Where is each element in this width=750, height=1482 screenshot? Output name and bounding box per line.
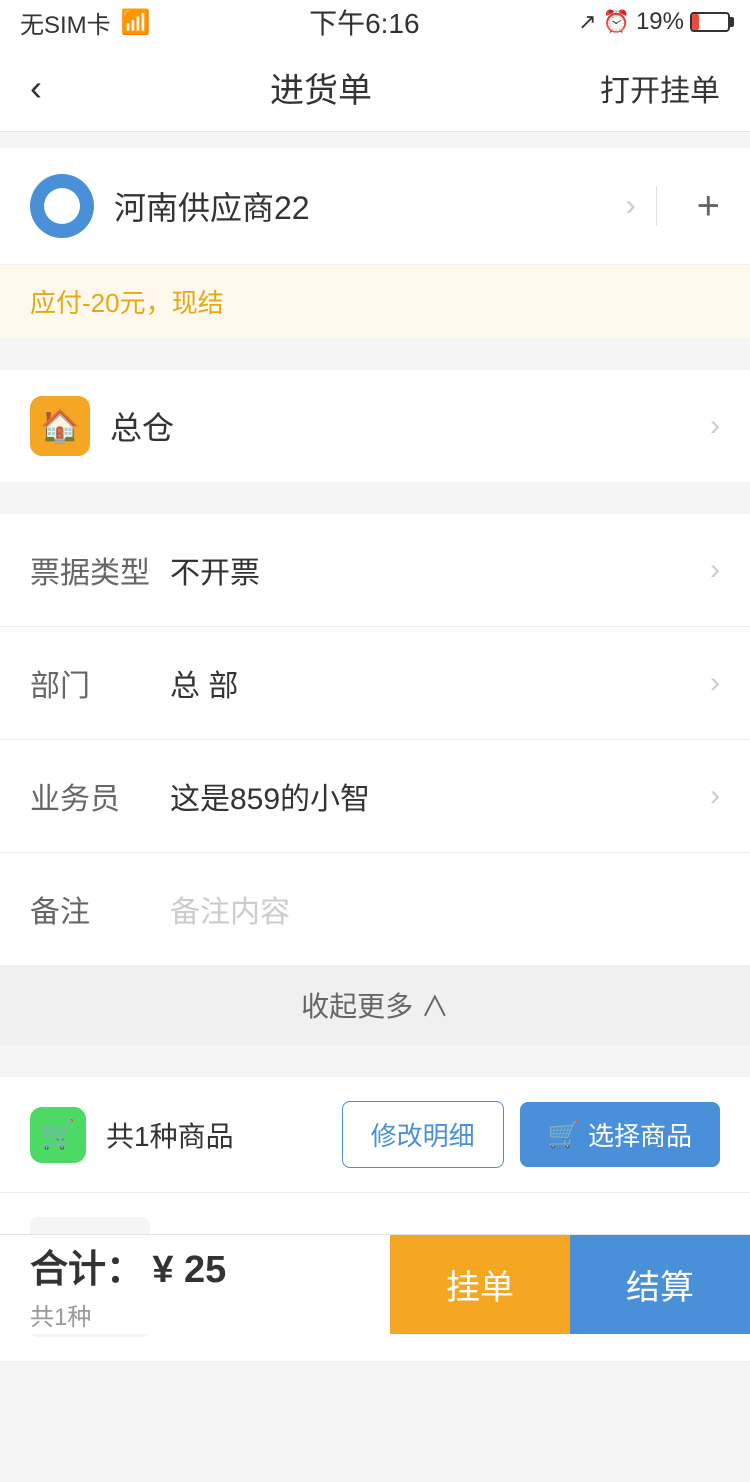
department-label: 部门	[30, 661, 150, 705]
invoice-row[interactable]: 票据类型 不开票 ›	[0, 514, 750, 627]
nav-bar: ‹ 进货单 打开挂单	[0, 44, 750, 132]
section-gap-4	[0, 1045, 750, 1061]
warehouse-icon: 🏠	[30, 396, 90, 456]
wifi-icon: 📶	[121, 8, 151, 37]
salesperson-row[interactable]: 业务员 这是859的小智 ›	[0, 740, 750, 853]
invoice-chevron-icon: ›	[710, 553, 720, 587]
edit-detail-button[interactable]: 修改明细	[342, 1101, 504, 1168]
status-bar-left: 无SIM卡 📶	[20, 5, 151, 40]
total-label: 合计：	[30, 1249, 144, 1291]
supplier-name: 河南供应商22	[114, 183, 626, 229]
supplier-row[interactable]: 河南供应商22 › +	[0, 148, 750, 265]
time-label: 下午6:16	[309, 2, 420, 42]
status-bar-right: ↗ ⏰ 19%	[578, 8, 730, 36]
supplier-avatar	[30, 174, 94, 238]
invoice-value: 不开票	[150, 548, 710, 592]
status-bar: 无SIM卡 📶 下午6:16 ↗ ⏰ 19%	[0, 0, 750, 44]
product-count: 共1种商品	[106, 1115, 342, 1155]
department-row[interactable]: 部门 总 部 ›	[0, 627, 750, 740]
section-gap-1	[0, 132, 750, 148]
product-header: 🛒 共1种商品 修改明细 🛒 选择商品	[0, 1077, 750, 1193]
form-section: 票据类型 不开票 › 部门 总 部 › 业务员 这是859的小智 › 备注 备注…	[0, 514, 750, 965]
section-gap-2	[0, 338, 750, 354]
department-chevron-icon: ›	[710, 666, 720, 700]
avatar-inner	[44, 188, 80, 224]
bottom-bar: 合计： ¥ 25 共1种 挂单 结算	[0, 1234, 750, 1334]
back-button[interactable]: ‹	[30, 67, 42, 109]
notice-bar: 应付-20元，现结	[0, 265, 750, 338]
hang-button[interactable]: 挂单	[390, 1235, 570, 1334]
page-title: 进货单	[270, 63, 372, 112]
salesperson-label: 业务员	[30, 774, 150, 818]
battery-icon	[690, 12, 730, 32]
remark-value[interactable]: 备注内容	[150, 887, 720, 931]
chevron-right-icon: ›	[626, 189, 636, 223]
collapse-toggle[interactable]: 收起更多 ∧	[0, 965, 750, 1045]
remark-row[interactable]: 备注 备注内容	[0, 853, 750, 965]
total-main: 合计： ¥ 25	[30, 1238, 360, 1293]
warehouse-name: 总仓	[110, 403, 710, 449]
select-product-button[interactable]: 🛒 选择商品	[520, 1102, 720, 1167]
cart-icon: 🛒	[548, 1119, 580, 1150]
alarm-icon: ⏰	[603, 9, 630, 35]
warehouse-row[interactable]: 🏠 总仓 ›	[0, 370, 750, 482]
open-pending-button[interactable]: 打开挂单	[600, 66, 720, 110]
select-product-label: 选择商品	[588, 1116, 692, 1153]
battery-label: 19%	[636, 8, 684, 36]
total-value: ¥ 25	[152, 1249, 226, 1291]
location-icon: ↗	[578, 9, 596, 35]
product-header-icon: 🛒	[30, 1107, 86, 1163]
warehouse-section[interactable]: 🏠 总仓 ›	[0, 370, 750, 482]
remark-label: 备注	[30, 887, 150, 931]
add-supplier-button[interactable]: +	[697, 184, 720, 229]
bottom-spacer	[0, 1362, 750, 1482]
department-value: 总 部	[150, 661, 710, 705]
total-section: 合计： ¥ 25 共1种	[0, 1235, 390, 1334]
divider	[656, 186, 657, 226]
supplier-section: 河南供应商22 › + 应付-20元，现结	[0, 148, 750, 338]
salesperson-value: 这是859的小智	[150, 774, 710, 818]
salesperson-chevron-icon: ›	[710, 779, 720, 813]
warehouse-chevron-icon: ›	[710, 409, 720, 443]
invoice-label: 票据类型	[30, 548, 150, 592]
total-sub: 共1种	[30, 1297, 360, 1332]
section-gap-3	[0, 482, 750, 498]
checkout-button[interactable]: 结算	[570, 1235, 750, 1334]
signal-label: 无SIM卡	[20, 5, 111, 40]
